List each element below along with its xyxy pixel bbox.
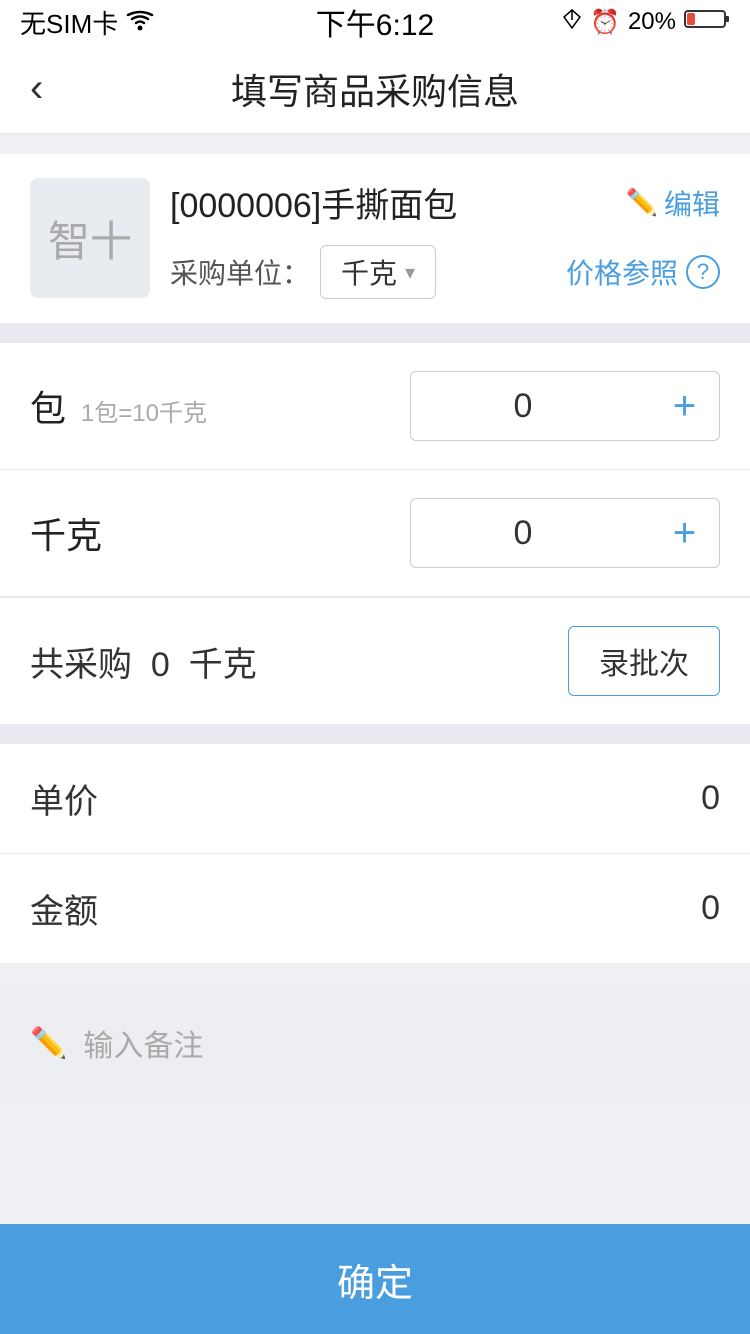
unit-label: 采购单位： bbox=[170, 252, 310, 292]
location-icon bbox=[562, 8, 582, 37]
product-name-row: [0000006]手撕面包 ✏️ 编辑 bbox=[170, 178, 720, 227]
bag-label: 包 bbox=[30, 388, 66, 429]
bag-qty-input[interactable] bbox=[410, 371, 650, 441]
battery-percentage: 20% bbox=[628, 8, 676, 36]
kg-qty-input[interactable] bbox=[410, 498, 650, 568]
product-logo: 智十 bbox=[48, 208, 132, 269]
input-section: 包 1包=10千克 + 千克 + bbox=[0, 343, 750, 597]
alarm-icon: ⏰ bbox=[590, 8, 620, 37]
product-image: 智十 bbox=[30, 178, 150, 298]
unit-price-row: 单价 0 bbox=[0, 744, 750, 854]
summary-row: 共采购 0 千克 录批次 bbox=[0, 597, 750, 724]
nav-bar: ‹ 填写商品采购信息 bbox=[0, 44, 750, 134]
kg-input-row: 千克 + bbox=[0, 470, 750, 597]
confirm-button[interactable]: 确定 bbox=[0, 1224, 750, 1334]
amount-label: 金额 bbox=[30, 884, 98, 933]
bag-input-row: 包 1包=10千克 + bbox=[0, 343, 750, 470]
carrier-label: 无SIM卡 bbox=[20, 4, 118, 41]
unit-price-value: 0 bbox=[701, 779, 720, 818]
price-ref-info-icon: ? bbox=[686, 255, 720, 289]
bag-plus-button[interactable]: + bbox=[650, 371, 720, 441]
price-ref-button[interactable]: 价格参照 ? bbox=[566, 252, 720, 292]
kg-plus-button[interactable]: + bbox=[650, 498, 720, 568]
back-button[interactable]: ‹ bbox=[30, 66, 43, 111]
note-section[interactable]: ✏️ 输入备注 bbox=[0, 983, 750, 1103]
status-bar-left: 无SIM卡 bbox=[20, 4, 154, 41]
unit-row-left: 采购单位： 千克 ▾ bbox=[170, 245, 436, 299]
amount-value: 0 bbox=[701, 889, 720, 928]
main-content: 智十 [0000006]手撕面包 ✏️ 编辑 采购单位： 千克 ▾ bbox=[0, 154, 750, 1243]
unit-price-label: 单价 bbox=[30, 774, 98, 823]
amount-row: 金额 0 bbox=[0, 854, 750, 963]
kg-label-block: 千克 bbox=[30, 507, 150, 559]
status-bar: 无SIM卡 下午6:12 ⏰ 20% bbox=[0, 0, 750, 44]
section-divider-1 bbox=[0, 323, 750, 343]
product-name: [0000006]手撕面包 bbox=[170, 178, 457, 227]
battery-icon bbox=[684, 8, 730, 37]
product-info: [0000006]手撕面包 ✏️ 编辑 采购单位： 千克 ▾ 价格参照 bbox=[170, 178, 720, 299]
product-card: 智十 [0000006]手撕面包 ✏️ 编辑 采购单位： 千克 ▾ bbox=[0, 154, 750, 323]
edit-icon: ✏️ bbox=[626, 187, 658, 218]
kg-qty-wrapper: + bbox=[410, 498, 720, 568]
unit-select[interactable]: 千克 ▾ bbox=[320, 245, 436, 299]
batch-button[interactable]: 录批次 bbox=[568, 626, 720, 696]
wifi-icon bbox=[126, 7, 154, 38]
note-placeholder: 输入备注 bbox=[83, 1021, 203, 1065]
confirm-button-label: 确定 bbox=[337, 1252, 413, 1307]
chevron-down-icon: ▾ bbox=[405, 260, 415, 285]
section-divider-2 bbox=[0, 724, 750, 744]
page-title: 填写商品采购信息 bbox=[231, 63, 519, 115]
bag-label-block: 包 1包=10千克 bbox=[30, 380, 207, 432]
kg-label: 千克 bbox=[30, 515, 102, 556]
status-bar-right: ⏰ 20% bbox=[562, 8, 730, 37]
summary-text: 共采购 0 千克 bbox=[30, 637, 257, 686]
bag-qty-wrapper: + bbox=[410, 371, 720, 441]
pencil-icon: ✏️ bbox=[30, 1026, 67, 1061]
edit-button[interactable]: ✏️ 编辑 bbox=[626, 183, 720, 223]
bag-sub-label: 1包=10千克 bbox=[81, 400, 207, 427]
price-section: 单价 0 金额 0 bbox=[0, 744, 750, 963]
status-bar-time: 下午6:12 bbox=[316, 0, 434, 44]
product-unit-row: 采购单位： 千克 ▾ 价格参照 ? bbox=[170, 245, 720, 299]
